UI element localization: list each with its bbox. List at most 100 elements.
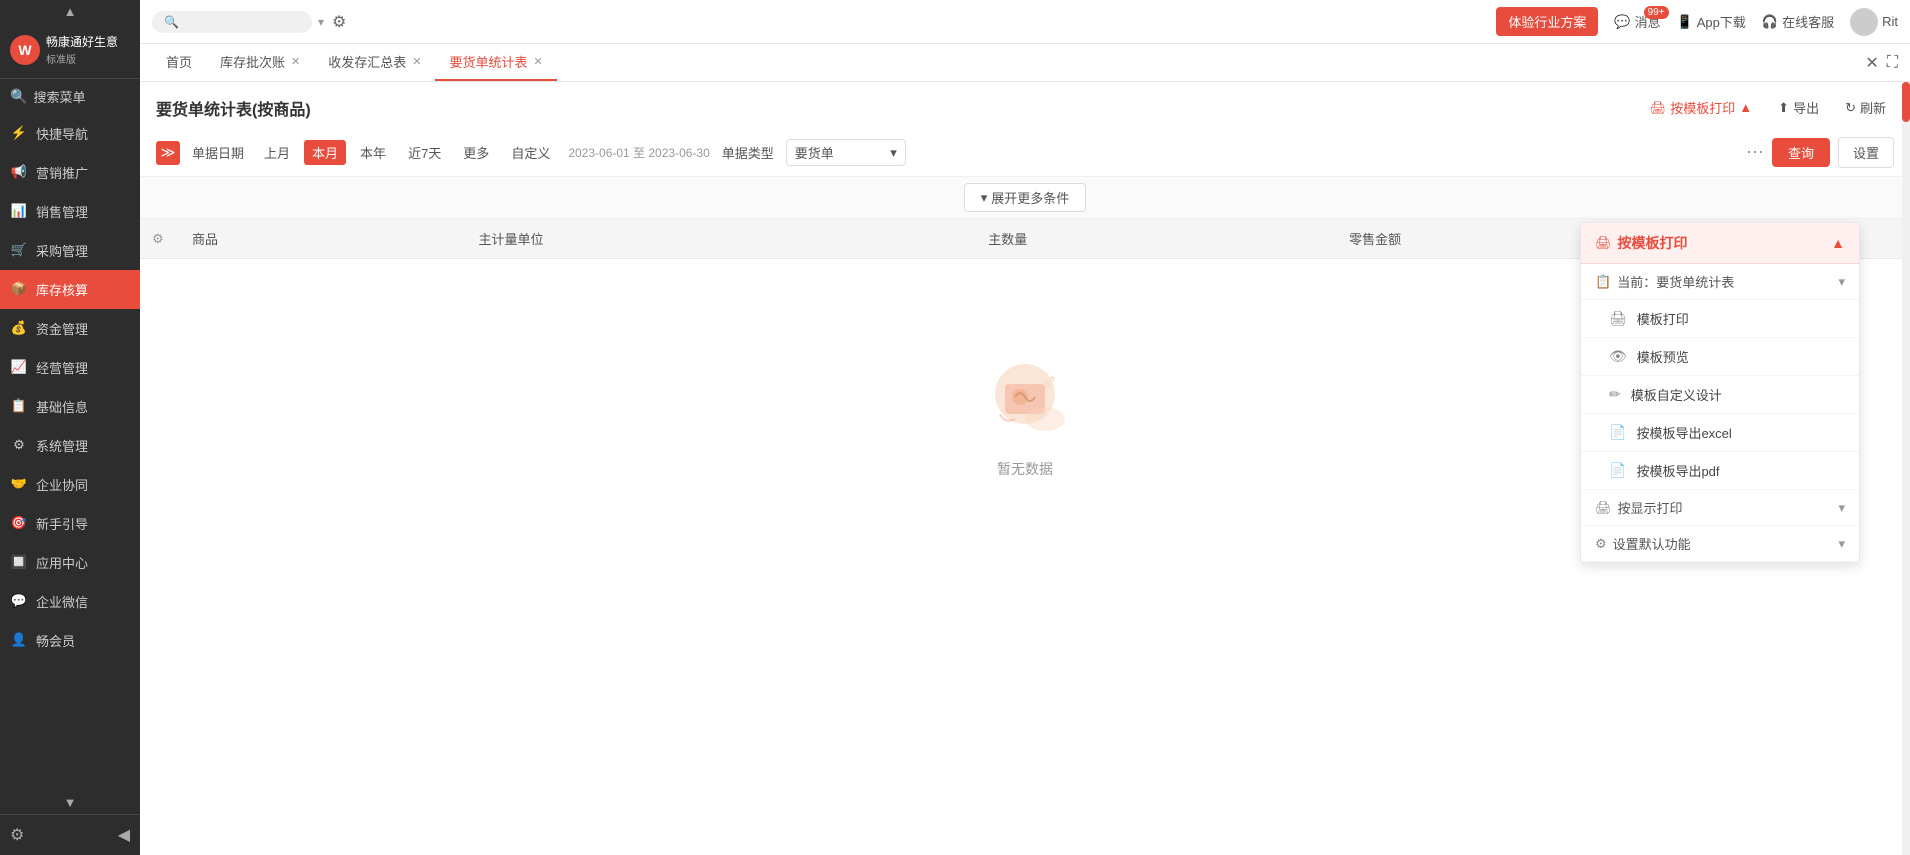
sidebar-item-wechat[interactable]: 💬 企业微信	[0, 582, 140, 621]
filter-expand-toggle[interactable]: ≫	[156, 141, 180, 165]
header-gear-icon[interactable]: ⚙	[332, 12, 346, 32]
user-name: Rit	[1882, 14, 1898, 29]
user-avatar[interactable]: Rit	[1850, 8, 1898, 36]
sidebar-item-label: 企业微信	[36, 592, 88, 611]
refresh-label: 刷新	[1860, 98, 1886, 117]
dropdown-default-settings-section[interactable]: ⚙ 设置默认功能 ▾	[1581, 526, 1859, 562]
dropdown-item-template-print[interactable]: 🖨 模板打印	[1581, 300, 1859, 338]
table-settings-icon[interactable]: ⚙	[152, 231, 164, 246]
headset-icon: 🎧	[1762, 14, 1778, 30]
default-settings-icon-wrap: ⚙ 设置默认功能	[1595, 534, 1691, 553]
date-btn-this-month[interactable]: 本月	[304, 140, 346, 165]
messages-button[interactable]: 💬 消息 99+	[1614, 12, 1660, 31]
export-label: 导出	[1793, 98, 1819, 117]
sidebar-item-finance[interactable]: 💰 资金管理	[0, 309, 140, 348]
page-actions: 🖨 按模板打印 ▲ ⬆ 导出 ↻ 刷新	[1642, 94, 1894, 121]
tab-batch-account[interactable]: 库存批次账 ✕	[206, 44, 314, 81]
tab-order-stat-close[interactable]: ✕	[534, 55, 543, 68]
tab-order-stat-label: 要货单统计表	[449, 52, 527, 71]
export-button[interactable]: ⬆ 导出	[1770, 94, 1827, 121]
default-settings-icon: ⚙	[1595, 536, 1607, 552]
sidebar-item-basic[interactable]: 📋 基础信息	[0, 387, 140, 426]
select-dropdown-icon: ▾	[890, 145, 897, 161]
display-print-arrow: ▾	[1838, 500, 1845, 516]
sidebar: ▲ W 畅康通好生意 标准版 🔍 搜索菜单 ⚡ 快捷导航 📢 营销推广 📊 销售…	[0, 0, 140, 855]
right-scrollbar[interactable]	[1902, 82, 1910, 855]
tab-batch-account-close[interactable]: ✕	[291, 55, 300, 68]
query-area: ⋯ 查询 设置	[1746, 137, 1894, 168]
dropdown-item-template-preview[interactable]: 👁 模板预览	[1581, 338, 1859, 376]
settings-button[interactable]: 设置	[1838, 137, 1894, 168]
date-btn-last-month[interactable]: 上月	[256, 140, 298, 165]
phone-icon: 📱	[1677, 14, 1693, 30]
sidebar-item-system[interactable]: ⚙ 系统管理	[0, 426, 140, 465]
tab-expand-btn[interactable]: ⛶	[1887, 54, 1898, 72]
sidebar-item-operations[interactable]: 📈 经营管理	[0, 348, 140, 387]
sidebar-nav: ⚡ 快捷导航 📢 营销推广 📊 销售管理 🛒 采购管理 📦 库存核算 💰 资金管…	[0, 114, 140, 791]
top-search-bar[interactable]: 🔍	[152, 11, 312, 33]
export-icon: ⬆	[1778, 100, 1789, 116]
dropdown-header[interactable]: 🖨 按模板打印 ▲	[1581, 223, 1859, 264]
sidebar-item-label: 库存核算	[36, 280, 88, 299]
sidebar-item-inventory[interactable]: 📦 库存核算	[0, 270, 140, 309]
sidebar-item-shortcut[interactable]: ⚡ 快捷导航	[0, 114, 140, 153]
search-dropdown-icon[interactable]: ▾	[318, 15, 324, 29]
dropdown-close-icon[interactable]: ▲	[1831, 235, 1845, 251]
type-filter-select[interactable]: 要货单 ▾	[786, 139, 906, 166]
collapse-icon[interactable]: ◀	[118, 825, 130, 845]
default-settings-arrow: ▾	[1838, 536, 1845, 552]
table-settings-col: ⚙	[140, 219, 180, 259]
printer-dropdown-icon: 🖨	[1595, 235, 1612, 251]
app-logo-icon: W	[10, 35, 40, 65]
dropdown-item-export-pdf[interactable]: 📄 按模板导出pdf	[1581, 452, 1859, 490]
sidebar-search[interactable]: 🔍 搜索菜单	[0, 79, 140, 114]
dropdown-display-print-section[interactable]: 🖨 按显示打印 ▾	[1581, 490, 1859, 526]
sidebar-item-sales[interactable]: 📊 销售管理	[0, 192, 140, 231]
refresh-button[interactable]: ↻ 刷新	[1837, 94, 1894, 121]
dropdown-item-export-excel[interactable]: 📄 按模板导出excel	[1581, 414, 1859, 452]
current-section-arrow: ▾	[1838, 274, 1845, 290]
operations-icon: 📈	[10, 358, 28, 376]
sidebar-scroll-down[interactable]: ▼	[0, 791, 140, 814]
display-print-icon: 🖨	[1595, 500, 1612, 516]
table-col-product: 商品	[180, 219, 466, 259]
sidebar-item-collab[interactable]: 🤝 企业协同	[0, 465, 140, 504]
dropdown-item-template-design[interactable]: ✏ 模板自定义设计	[1581, 376, 1859, 414]
online-service-button[interactable]: 🎧 在线客服	[1762, 12, 1834, 31]
sidebar-item-label: 快捷导航	[36, 124, 88, 143]
query-button[interactable]: 查询	[1772, 138, 1830, 167]
sidebar-item-purchase[interactable]: 🛒 采购管理	[0, 231, 140, 270]
tab-bar: 首页 库存批次账 ✕ 收发存汇总表 ✕ 要货单统计表 ✕ ✕ ⛶	[140, 44, 1910, 82]
app-name: 畅康通好生意	[46, 35, 118, 51]
tab-order-stat[interactable]: 要货单统计表 ✕	[435, 44, 556, 81]
sales-icon: 📊	[10, 202, 28, 220]
tab-home[interactable]: 首页	[152, 44, 206, 81]
date-btn-custom[interactable]: 自定义	[503, 140, 558, 165]
app-download-button[interactable]: 📱 App下载	[1677, 12, 1746, 31]
sidebar-item-apps[interactable]: 🔲 应用中心	[0, 543, 140, 582]
sidebar-item-label: 新手引导	[36, 514, 88, 533]
scrollbar-thumb	[1902, 82, 1910, 122]
print-template-button[interactable]: 🖨 按模板打印 ▲	[1642, 94, 1760, 121]
date-btn-last-7days[interactable]: 近7天	[400, 140, 449, 165]
tab-receipt-summary-label: 收发存汇总表	[328, 52, 406, 71]
tab-close-btn[interactable]: ✕	[1865, 53, 1878, 73]
more-options-icon[interactable]: ⋯	[1746, 142, 1764, 163]
settings-icon[interactable]: ⚙	[10, 825, 24, 845]
sidebar-item-guide[interactable]: 🎯 新手引导	[0, 504, 140, 543]
expand-more-button[interactable]: ▾ 展开更多条件	[964, 183, 1087, 212]
trial-button[interactable]: 体验行业方案	[1496, 7, 1598, 36]
tab-receipt-summary-close[interactable]: ✕	[412, 55, 421, 68]
sidebar-item-marketing[interactable]: 📢 营销推广	[0, 153, 140, 192]
sidebar-scroll-up[interactable]: ▲	[0, 0, 140, 23]
header-actions: 体验行业方案 💬 消息 99+ 📱 App下载 🎧 在线客服 Rit	[1496, 7, 1898, 36]
date-btn-this-year[interactable]: 本年	[352, 140, 394, 165]
dropdown-current-section[interactable]: 📋 当前：要货单统计表 ▾	[1581, 264, 1859, 300]
tab-receipt-summary[interactable]: 收发存汇总表 ✕	[314, 44, 435, 81]
template-preview-icon: 👁	[1609, 348, 1627, 365]
page-title: 要货单统计表(按商品)	[156, 96, 311, 120]
type-filter-value: 要货单	[795, 143, 886, 162]
sidebar-item-member[interactable]: 👤 畅会员	[0, 621, 140, 660]
date-btn-more[interactable]: 更多	[455, 140, 497, 165]
shortcut-icon: ⚡	[10, 124, 28, 142]
